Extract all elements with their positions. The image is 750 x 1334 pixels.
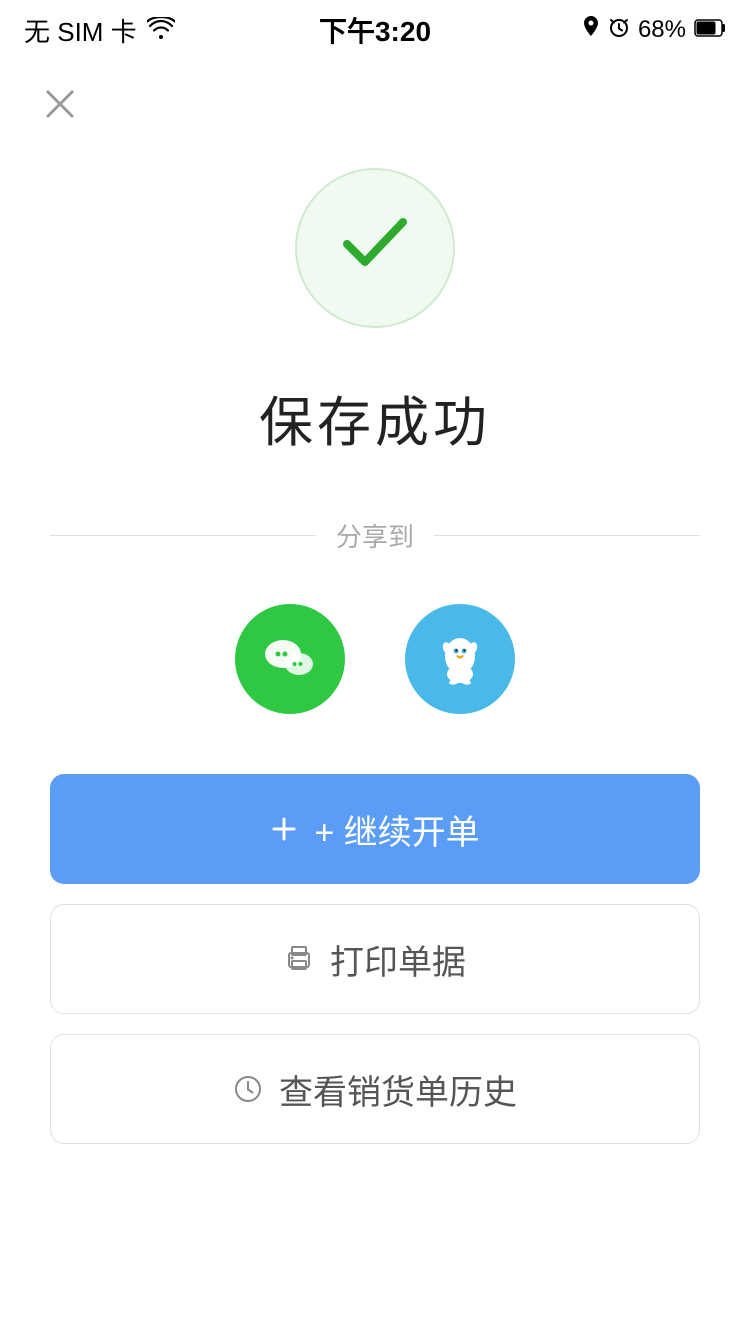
status-right: 68% [582,16,726,45]
wifi-icon [147,15,175,46]
main-content: 保存成功 分享到 [0,148,750,1334]
print-label: 打印单据 [330,935,466,984]
print-button[interactable]: 打印单据 [50,904,700,1014]
close-btn-area [0,60,750,148]
divider-left [50,535,316,536]
qq-share-button[interactable] [405,604,515,714]
checkmark-icon [335,202,415,295]
carrier-label: 无 SIM 卡 [24,12,137,49]
history-button[interactable]: 查看销货单历史 [50,1034,700,1144]
share-label: 分享到 [336,517,414,554]
time-display: 下午3:20 [319,10,431,50]
wechat-share-button[interactable] [235,604,345,714]
success-indicator [295,168,455,328]
status-left: 无 SIM 卡 [24,12,175,49]
history-icon [233,1074,263,1104]
continue-label: + 继续开单 [314,805,479,854]
success-title: 保存成功 [259,378,491,457]
continue-button[interactable]: + 继续开单 [50,774,700,884]
close-button[interactable] [36,80,84,128]
battery-percent: 68% [638,16,686,44]
divider-right [434,535,700,536]
location-icon [582,16,600,45]
share-section: 分享到 [50,517,700,714]
alarm-icon [608,16,630,45]
history-label: 查看销货单历史 [279,1065,517,1114]
action-buttons: + 继续开单 打印单据 查看销货单历史 [50,774,700,1144]
share-divider: 分享到 [50,517,700,554]
share-icons-container [50,604,700,714]
status-bar: 无 SIM 卡 下午3:20 68% [0,0,750,60]
plus-icon [270,815,298,843]
battery-icon [694,16,726,44]
print-icon [284,945,314,973]
